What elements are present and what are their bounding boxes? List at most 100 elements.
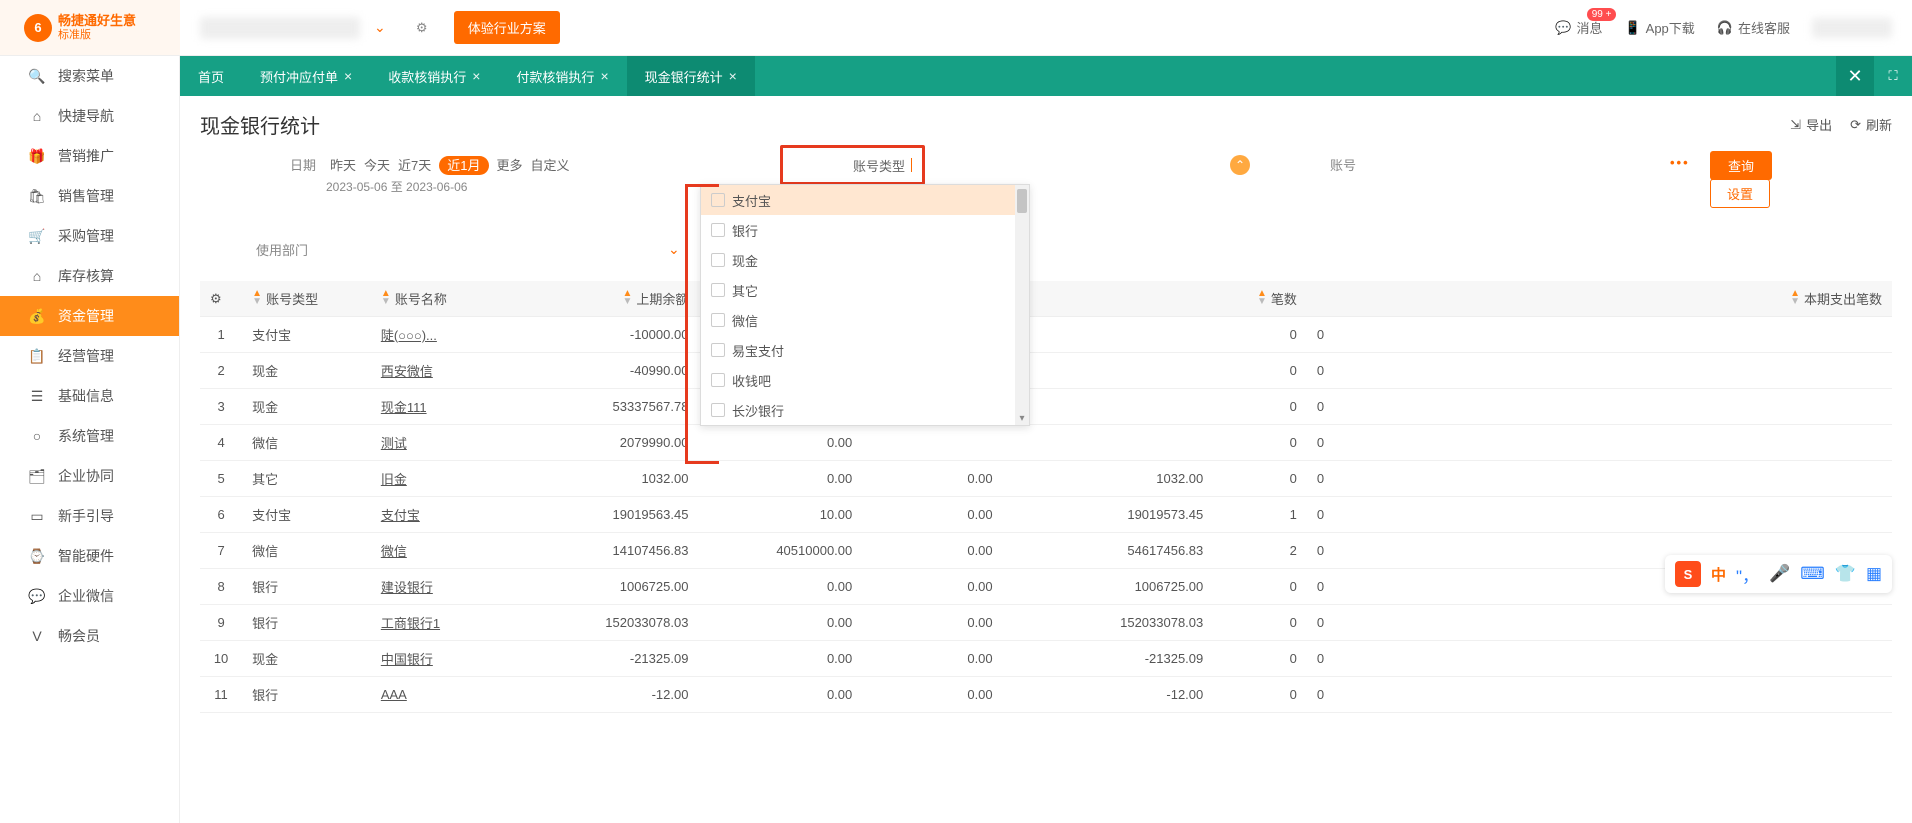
fullscreen-button[interactable]: ⛶ xyxy=(1874,56,1912,96)
sidebar-item-畅会员[interactable]: V畅会员 xyxy=(0,616,179,656)
account-name-link[interactable]: 微信 xyxy=(381,544,407,559)
cell[interactable]: 旧金 xyxy=(371,461,535,497)
sidebar-item-快捷导航[interactable]: ⌂快捷导航 xyxy=(0,96,179,136)
checkbox[interactable] xyxy=(711,283,725,297)
industry-solution-button[interactable]: 体验行业方案 xyxy=(454,11,560,44)
cell[interactable]: 西安微信 xyxy=(371,353,535,389)
sort-icon[interactable] xyxy=(622,290,632,306)
tab-付款核销执行[interactable]: 付款核销执行× xyxy=(498,56,626,96)
column-header-账号类型[interactable]: 账号类型 xyxy=(242,281,371,317)
date-option-近1月[interactable]: 近1月 xyxy=(439,156,488,175)
sidebar-item-营销推广[interactable]: 🎁营销推广 xyxy=(0,136,179,176)
checkbox[interactable] xyxy=(711,403,725,417)
cell[interactable]: 现金111 xyxy=(371,389,535,425)
mic-icon[interactable]: 🎤 xyxy=(1769,564,1790,584)
query-button[interactable]: 查询 xyxy=(1710,151,1772,180)
chevron-down-icon[interactable]: ⌄ xyxy=(374,19,386,36)
dropdown-option-支付宝[interactable]: 支付宝 xyxy=(701,185,1029,215)
column-header-本期支出笔数[interactable]: 本期支出笔数 xyxy=(1307,281,1892,317)
account-name-link[interactable]: 陡(○○○)... xyxy=(381,328,437,343)
close-all-tabs-button[interactable]: ✕ xyxy=(1836,56,1874,96)
collapse-toggle[interactable]: ⌃ xyxy=(1230,155,1250,175)
tab-收款核销执行[interactable]: 收款核销执行× xyxy=(370,56,498,96)
close-icon[interactable]: × xyxy=(344,68,352,84)
tab-现金银行统计[interactable]: 现金银行统计× xyxy=(627,56,755,96)
account-name-link[interactable]: 旧金 xyxy=(381,472,407,487)
account-name-link[interactable]: 工商银行1 xyxy=(381,616,440,631)
account-name-link[interactable]: 中国银行 xyxy=(381,652,433,667)
sidebar-item-经营管理[interactable]: 📋经营管理 xyxy=(0,336,179,376)
date-option-更多[interactable]: 更多 xyxy=(497,158,523,173)
close-icon[interactable]: × xyxy=(729,68,737,84)
sidebar-item-基础信息[interactable]: ☰基础信息 xyxy=(0,376,179,416)
sidebar-item-搜索菜单[interactable]: 🔍搜索菜单 xyxy=(0,56,179,96)
sidebar-item-系统管理[interactable]: ○系统管理 xyxy=(0,416,179,456)
close-icon[interactable]: × xyxy=(600,68,608,84)
checkbox[interactable] xyxy=(711,223,725,237)
date-option-近7天[interactable]: 近7天 xyxy=(398,158,431,173)
settings-button[interactable]: 设置 xyxy=(1710,179,1770,208)
account-name-link[interactable]: AAA xyxy=(381,687,407,702)
checkbox[interactable] xyxy=(711,193,725,207)
app-download-link[interactable]: 📱 App下载 xyxy=(1624,18,1694,37)
cell[interactable]: 陡(○○○)... xyxy=(371,317,535,353)
dropdown-option-现金[interactable]: 现金 xyxy=(701,245,1029,275)
gear-icon[interactable]: ⚙ xyxy=(408,14,436,42)
sidebar-item-企业微信[interactable]: 💬企业微信 xyxy=(0,576,179,616)
account-name-link[interactable]: 测试 xyxy=(381,436,407,451)
column-header-5[interactable] xyxy=(1003,281,1214,317)
checkbox[interactable] xyxy=(711,373,725,387)
cell[interactable]: 微信 xyxy=(371,533,535,569)
tab-预付冲应付单[interactable]: 预付冲应付单× xyxy=(242,56,370,96)
keyboard-icon[interactable]: ⌨ xyxy=(1800,564,1825,584)
chevron-down-icon[interactable]: ⌄ xyxy=(668,241,680,258)
account-name-link[interactable]: 西安微信 xyxy=(381,364,433,379)
cell[interactable]: 建设银行 xyxy=(371,569,535,605)
dropdown-option-微信[interactable]: 微信 xyxy=(701,305,1029,335)
ime-lang-label[interactable]: 中 xyxy=(1711,564,1726,585)
dept-select[interactable] xyxy=(318,235,668,263)
sort-icon[interactable] xyxy=(1257,290,1267,306)
date-option-今天[interactable]: 今天 xyxy=(364,158,390,173)
checkbox[interactable] xyxy=(711,253,725,267)
column-header-上期余额[interactable]: 上期余额 xyxy=(535,281,699,317)
cell[interactable]: 测试 xyxy=(371,425,535,461)
grid-icon[interactable]: ▦ xyxy=(1866,564,1882,584)
dropdown-option-收钱吧[interactable]: 收钱吧 xyxy=(701,365,1029,395)
export-button[interactable]: ⇲ 导出 xyxy=(1790,115,1832,134)
sidebar-item-库存核算[interactable]: ⌂库存核算 xyxy=(0,256,179,296)
account-more-icon[interactable]: ••• xyxy=(1670,155,1690,170)
sidebar-item-新手引导[interactable]: ▭新手引导 xyxy=(0,496,179,536)
tab-首页[interactable]: 首页 xyxy=(180,56,242,96)
scrollbar-down-icon[interactable]: ▾ xyxy=(1017,413,1027,423)
cell[interactable]: 工商银行1 xyxy=(371,605,535,641)
checkbox[interactable] xyxy=(711,343,725,357)
cell[interactable]: AAA xyxy=(371,677,535,713)
checkbox[interactable] xyxy=(711,313,725,327)
column-header-账号名称[interactable]: 账号名称 xyxy=(371,281,535,317)
ime-punct-icon[interactable]: "， xyxy=(1736,562,1759,587)
sort-icon[interactable] xyxy=(381,290,391,306)
cell[interactable]: 支付宝 xyxy=(371,497,535,533)
date-option-昨天[interactable]: 昨天 xyxy=(330,158,356,173)
refresh-button[interactable]: ⟳ 刷新 xyxy=(1850,115,1892,134)
support-link[interactable]: 🎧 在线客服 xyxy=(1717,18,1790,37)
sidebar-item-资金管理[interactable]: 💰资金管理 xyxy=(0,296,179,336)
scrollbar-thumb[interactable] xyxy=(1017,189,1027,213)
user-avatar[interactable] xyxy=(1812,18,1892,38)
sidebar-item-采购管理[interactable]: 🛒采购管理 xyxy=(0,216,179,256)
dropdown-option-其它[interactable]: 其它 xyxy=(701,275,1029,305)
sidebar-item-企业协同[interactable]: 🗂企业协同 xyxy=(0,456,179,496)
account-name-link[interactable]: 建设银行 xyxy=(381,580,433,595)
column-header-笔数[interactable]: 笔数 xyxy=(1213,281,1307,317)
sort-icon[interactable] xyxy=(1790,290,1800,306)
dropdown-option-长沙银行[interactable]: 长沙银行 xyxy=(701,395,1029,425)
account-type-filter[interactable]: 账号类型 xyxy=(780,145,925,185)
sidebar-item-智能硬件[interactable]: ⌚智能硬件 xyxy=(0,536,179,576)
sort-icon[interactable] xyxy=(252,290,262,306)
table-settings-icon[interactable]: ⚙ xyxy=(200,281,242,317)
dropdown-option-易宝支付[interactable]: 易宝支付 xyxy=(701,335,1029,365)
dropdown-option-银行[interactable]: 银行 xyxy=(701,215,1029,245)
skin-icon[interactable]: 👕 xyxy=(1835,564,1856,584)
ime-toolbar[interactable]: S 中 "， 🎤 ⌨ 👕 ▦ xyxy=(1665,555,1892,593)
